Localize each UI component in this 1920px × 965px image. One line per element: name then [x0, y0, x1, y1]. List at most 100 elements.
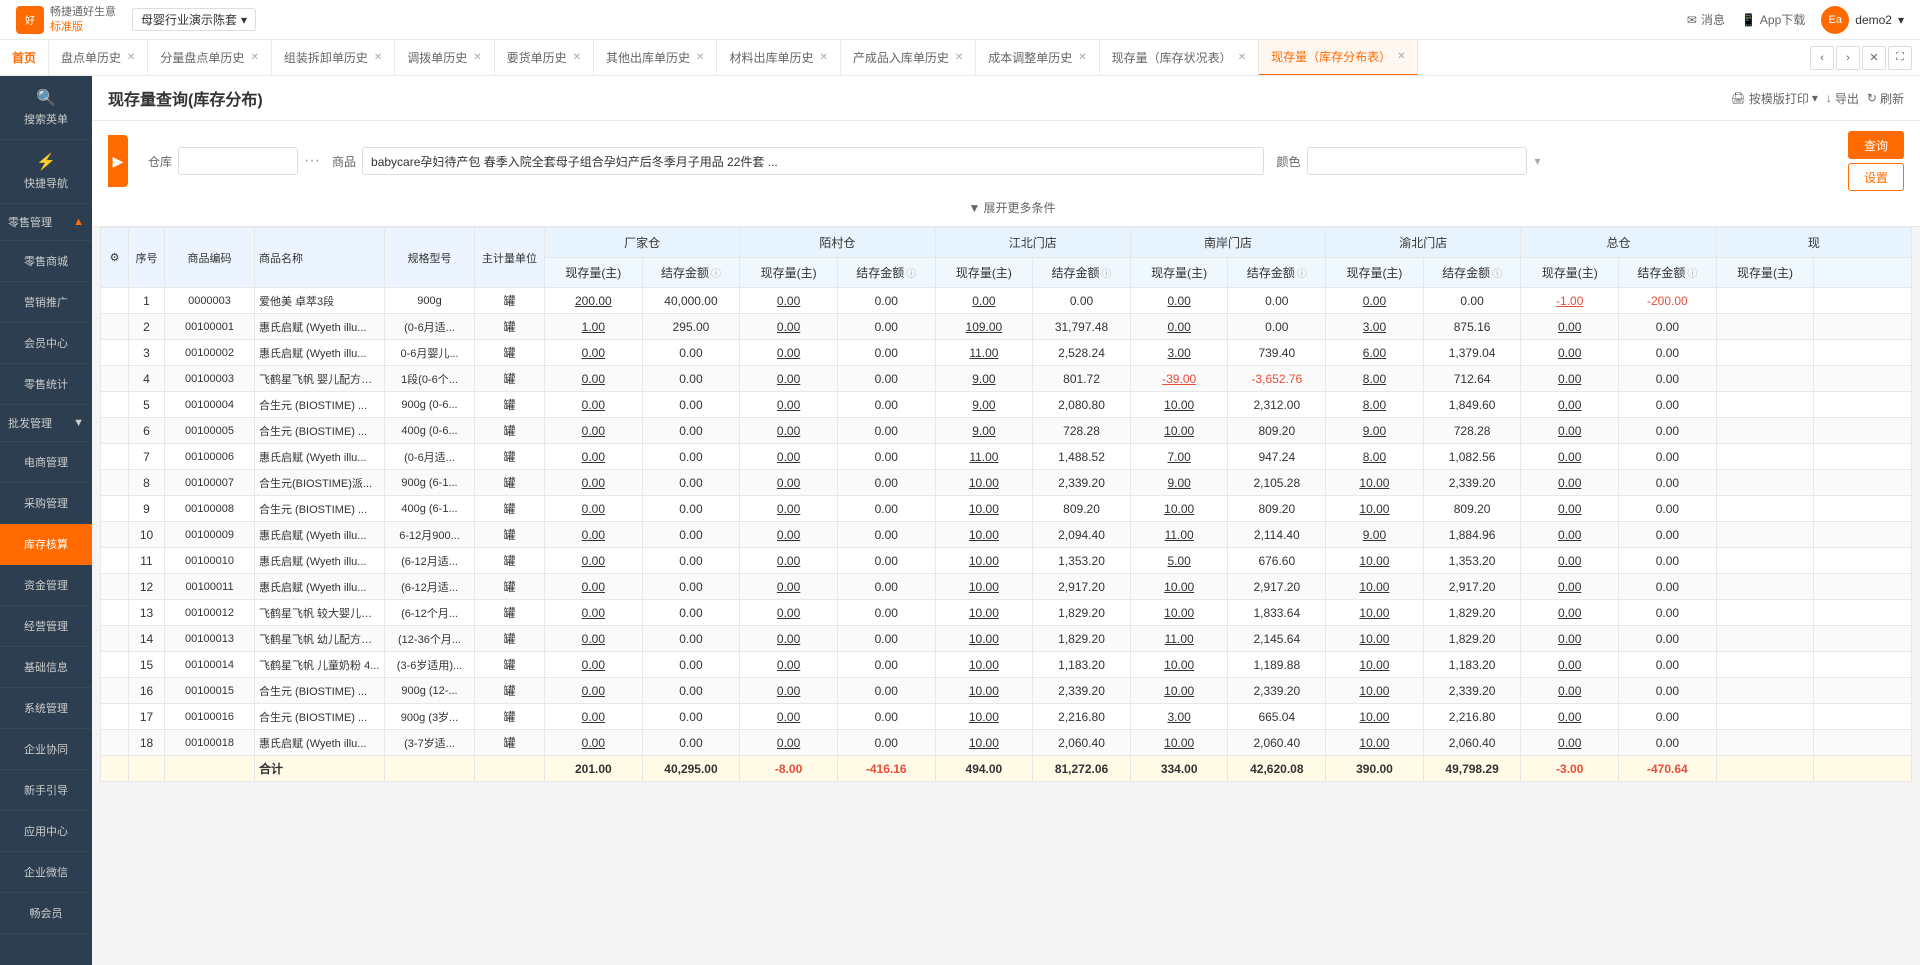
- tab-portion-count[interactable]: 分量盘点单历史 ✕: [148, 40, 271, 76]
- sidebar-item-ecom[interactable]: 电商管理: [0, 442, 92, 483]
- tab-transfer[interactable]: 调拨单历史 ✕: [395, 40, 494, 76]
- close-icon[interactable]: ✕: [955, 52, 963, 63]
- table-body: 1 0000003 爱他美 卓萃3段 900g 罐 200.00 40,000.…: [101, 288, 1912, 756]
- close-icon[interactable]: ✕: [250, 52, 258, 63]
- close-icon[interactable]: ✕: [1078, 52, 1086, 63]
- table-row: 14 00100013 飞鹤星飞帆 幼儿配方奶... (12-36个月... 罐…: [101, 626, 1912, 652]
- tab-inventory-count[interactable]: 盘点单历史 ✕: [49, 40, 148, 76]
- expand-icon: ▼: [969, 201, 981, 215]
- sidebar-item-apps[interactable]: 应用中心: [0, 811, 92, 852]
- color-chevron-icon[interactable]: ▾: [1535, 154, 1541, 168]
- table-row: 5 00100004 合生元 (BIOSTIME) ... 900g (0-6.…: [101, 392, 1912, 418]
- print-btn[interactable]: 🖨 按模版打印 ▾: [1731, 90, 1818, 107]
- table-row: 10 00100009 惠氏启赋 (Wyeth illu... 6-12月900…: [101, 522, 1912, 548]
- sidebar-item-shop[interactable]: 零售商城: [0, 241, 92, 282]
- sidebar-item-promo[interactable]: 营销推广: [0, 282, 92, 323]
- top-bar-left: 好 畅捷通好生意 标准版 母婴行业演示陈套 ▾: [16, 5, 256, 34]
- goods-input[interactable]: [362, 147, 1264, 175]
- close-icon[interactable]: ✕: [127, 52, 135, 63]
- tab-inventory-dist[interactable]: 现存量（库存分布表）✕: [1259, 40, 1418, 76]
- th-na-qty: 现存量(主): [1130, 258, 1228, 288]
- refresh-btn[interactable]: ↻ 刷新: [1867, 90, 1904, 107]
- th-naan-store: 南岸门店: [1130, 228, 1325, 258]
- sidebar-item-vip[interactable]: 畅会员: [0, 893, 92, 934]
- warehouse-field: 仓库 ···: [148, 147, 320, 175]
- sidebar-item-stats[interactable]: 零售统计: [0, 364, 92, 405]
- chevron-down-icon: ▾: [241, 13, 247, 27]
- close-icon[interactable]: ✕: [374, 52, 382, 63]
- close-icon[interactable]: ✕: [1238, 52, 1246, 63]
- th-cz-amt: 结存金额ⓘ: [642, 258, 740, 288]
- nav-expand-btn[interactable]: ⛶: [1888, 46, 1912, 70]
- color-input[interactable]: [1307, 147, 1527, 175]
- chevron-down-icon: ▾: [1812, 91, 1818, 105]
- sidebar-item-corp[interactable]: 企业协同: [0, 729, 92, 770]
- th-z-amt: 结存金额ⓘ: [1619, 258, 1717, 288]
- sidebar-item-quick[interactable]: ⚡ 快捷导航: [0, 140, 92, 204]
- sidebar-item-inventory[interactable]: 库存核算: [0, 524, 92, 565]
- query-button[interactable]: 查询: [1848, 131, 1904, 159]
- collapse-arrow[interactable]: ▶: [108, 135, 128, 187]
- table-row: 12 00100011 惠氏启赋 (Wyeth illu... (6-12月适.…: [101, 574, 1912, 600]
- setting-button[interactable]: 设置: [1848, 163, 1904, 191]
- app-download-btn[interactable]: 📱 App下载: [1741, 11, 1805, 28]
- sidebar-item-basic[interactable]: 基础信息: [0, 647, 92, 688]
- table-row: 16 00100015 合生元 (BIOSTIME) ... 900g (12-…: [101, 678, 1912, 704]
- tab-demand[interactable]: 要货单历史 ✕: [495, 40, 594, 76]
- th-yubei-store: 渝北门店: [1326, 228, 1521, 258]
- refresh-icon: ↻: [1867, 91, 1877, 105]
- tab-outbound[interactable]: 其他出库单历史 ✕: [594, 40, 717, 76]
- content-area: 现存量查询(库存分布) 🖨 按模版打印 ▾ ↓ 导出 ↻ 刷新: [92, 76, 1920, 965]
- sidebar-item-member[interactable]: 会员中心: [0, 323, 92, 364]
- warehouse-input[interactable]: [178, 147, 298, 175]
- table-row: 11 00100010 惠氏启赋 (Wyeth illu... (6-12月适.…: [101, 548, 1912, 574]
- expand-btn[interactable]: ▼ 展开更多条件: [969, 199, 1056, 216]
- sidebar-item-purchase[interactable]: 采购管理: [0, 483, 92, 524]
- sidebar-item-batch[interactable]: 批发管理 ▼: [0, 405, 92, 442]
- sidebar-item-guide[interactable]: 新手引导: [0, 770, 92, 811]
- close-icon[interactable]: ✕: [819, 52, 827, 63]
- th-yb-qty: 现存量(主): [1326, 258, 1424, 288]
- export-btn[interactable]: ↓ 导出: [1826, 90, 1859, 107]
- tab-inventory-status[interactable]: 现存量（库存状况表）✕: [1100, 40, 1259, 76]
- table-row: 9 00100008 合生元 (BIOSTIME) ... 400g (6-1.…: [101, 496, 1912, 522]
- warehouse-dots[interactable]: ···: [304, 152, 320, 170]
- tab-home[interactable]: 首页: [0, 40, 49, 76]
- info-icon: ⓘ: [1297, 269, 1307, 280]
- page-header: 现存量查询(库存分布) 🖨 按模版打印 ▾ ↓ 导出 ↻ 刷新: [92, 76, 1920, 121]
- sidebar-item-retail[interactable]: 零售管理 ▲: [0, 204, 92, 241]
- goods-field: 商品: [332, 147, 1264, 175]
- industry-dropdown[interactable]: 母婴行业演示陈套 ▾: [132, 8, 256, 31]
- sidebar-item-finance[interactable]: 资金管理: [0, 565, 92, 606]
- th-na-amt: 结存金额ⓘ: [1228, 258, 1326, 288]
- tab-cost-adjust[interactable]: 成本调整单历史 ✕: [976, 40, 1099, 76]
- tab-material-out[interactable]: 材料出库单历史 ✕: [717, 40, 840, 76]
- th-factory-warehouse: 厂家仓: [545, 228, 740, 258]
- th-gear[interactable]: ⚙: [101, 228, 129, 288]
- message-btn[interactable]: ✉ 消息: [1687, 11, 1725, 28]
- table-row: 13 00100012 飞鹤星飞帆 较大婴儿配... (6-12个月... 罐 …: [101, 600, 1912, 626]
- th-spec: 规格型号: [385, 228, 475, 288]
- nav-next-btn[interactable]: ›: [1836, 46, 1860, 70]
- th-name: 商品名称: [255, 228, 385, 288]
- table-row: 3 00100002 惠氏启赋 (Wyeth illu... 0-6月婴儿...…: [101, 340, 1912, 366]
- top-bar: 好 畅捷通好生意 标准版 母婴行业演示陈套 ▾ ✉ 消息 📱 App下载 Ea …: [0, 0, 1920, 40]
- table-area: ⚙ 序号 商品编码 商品名称 规格型号 主计量单位 厂家仓 陌村仓 江北门店 南…: [92, 227, 1920, 965]
- sidebar-item-search[interactable]: 🔍 搜索英单: [0, 76, 92, 140]
- close-icon[interactable]: ✕: [1397, 51, 1405, 62]
- close-icon[interactable]: ✕: [696, 52, 704, 63]
- tab-assembly[interactable]: 组装拆卸单历史 ✕: [272, 40, 395, 76]
- info-icon: ⓘ: [906, 269, 916, 280]
- close-icon[interactable]: ✕: [473, 52, 481, 63]
- th-unit: 主计量单位: [475, 228, 545, 288]
- sidebar-item-sys[interactable]: 系统管理: [0, 688, 92, 729]
- th-jb-amt: 结存金额ⓘ: [1033, 258, 1131, 288]
- tab-product-in[interactable]: 产成品入库单历史 ✕: [841, 40, 976, 76]
- nav-close-btn[interactable]: ✕: [1862, 46, 1886, 70]
- nav-prev-btn[interactable]: ‹: [1810, 46, 1834, 70]
- close-icon[interactable]: ✕: [573, 52, 581, 63]
- user-area[interactable]: Ea demo2 ▾: [1821, 6, 1904, 34]
- sidebar-item-bizm[interactable]: 经营管理: [0, 606, 92, 647]
- sidebar-item-wechat[interactable]: 企业微信: [0, 852, 92, 893]
- th-current-extra: 现: [1716, 228, 1911, 258]
